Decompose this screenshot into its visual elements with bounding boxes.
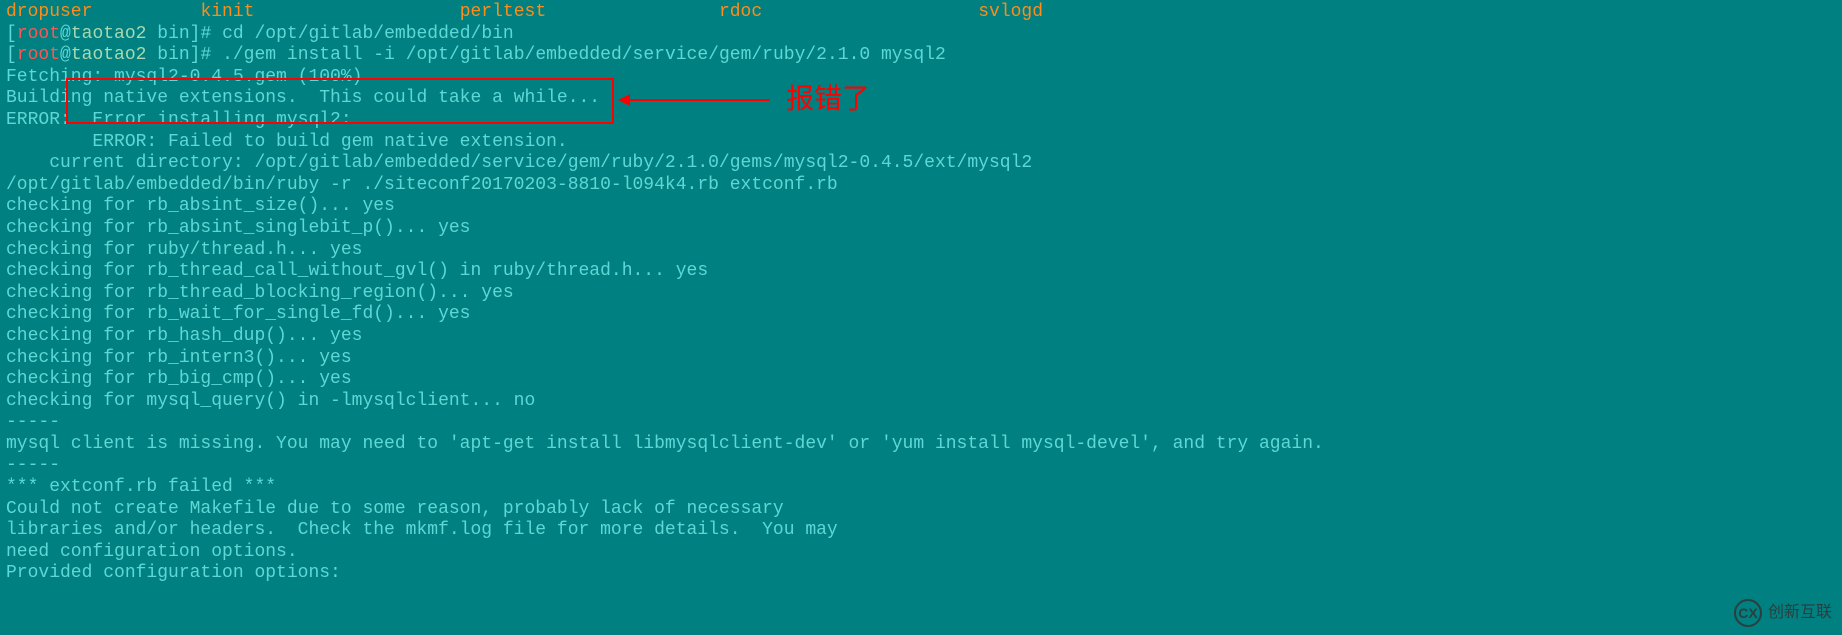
prompt-user: root [17, 24, 60, 44]
top-item: rdoc [719, 2, 762, 22]
output-line: checking for rb_absint_size()... yes [6, 196, 1836, 218]
output-line: libraries and/or headers. Check the mkmf… [6, 520, 1836, 542]
output-line: mysql client is missing. You may need to… [6, 434, 1836, 456]
output-line: checking for mysql_query() in -lmysqlcli… [6, 391, 1836, 413]
output-line: checking for rb_thread_blocking_region()… [6, 283, 1836, 305]
watermark-logo-icon: CX [1734, 599, 1762, 627]
output-line: checking for rb_absint_singlebit_p()... … [6, 218, 1836, 240]
terminal-output[interactable]: dropuser kinit perltest rdoc svlogd [roo… [6, 2, 1836, 585]
output-line: ----- [6, 455, 1836, 477]
top-item: dropuser [6, 2, 92, 22]
output-line: current directory: /opt/gitlab/embedded/… [6, 153, 1836, 175]
output-line: checking for rb_intern3()... yes [6, 348, 1836, 370]
watermark: CX 创新互联 [1734, 599, 1832, 627]
output-line: ----- [6, 412, 1836, 434]
prompt-path: bin [157, 24, 189, 44]
watermark-text: 创新互联 [1768, 603, 1832, 622]
output-line: Building native extensions. This could t… [6, 88, 1836, 110]
output-line: Could not create Makefile due to some re… [6, 499, 1836, 521]
top-item: kinit [200, 2, 254, 22]
prompt-line-1: [root@taotao2 bin]# cd /opt/gitlab/embed… [6, 24, 1836, 46]
command-text: cd /opt/gitlab/embedded/bin [222, 24, 514, 44]
error-line-1: ERROR: Error installing mysql2: [6, 110, 1836, 132]
error-line-2: ERROR: Failed to build gem native extens… [6, 132, 1836, 154]
output-line: need configuration options. [6, 542, 1836, 564]
prompt-host: taotao2 [71, 24, 157, 44]
output-line: *** extconf.rb failed *** [6, 477, 1836, 499]
command-text: ./gem install -i /opt/gitlab/embedded/se… [222, 45, 946, 65]
output-line: checking for rb_big_cmp()... yes [6, 369, 1836, 391]
output-line: /opt/gitlab/embedded/bin/ruby -r ./sitec… [6, 175, 1836, 197]
prompt-line-2: [root@taotao2 bin]# ./gem install -i /op… [6, 45, 1836, 67]
output-line: checking for ruby/thread.h... yes [6, 240, 1836, 262]
output-line: checking for rb_wait_for_single_fd()... … [6, 304, 1836, 326]
top-item: perltest [460, 2, 546, 22]
output-line: Fetching: mysql2-0.4.5.gem (100%) [6, 67, 1836, 89]
top-row: dropuser kinit perltest rdoc svlogd [6, 2, 1836, 24]
output-line: checking for rb_thread_call_without_gvl(… [6, 261, 1836, 283]
output-line: checking for rb_hash_dup()... yes [6, 326, 1836, 348]
top-item: svlogd [978, 2, 1043, 22]
output-line: Provided configuration options: [6, 563, 1836, 585]
